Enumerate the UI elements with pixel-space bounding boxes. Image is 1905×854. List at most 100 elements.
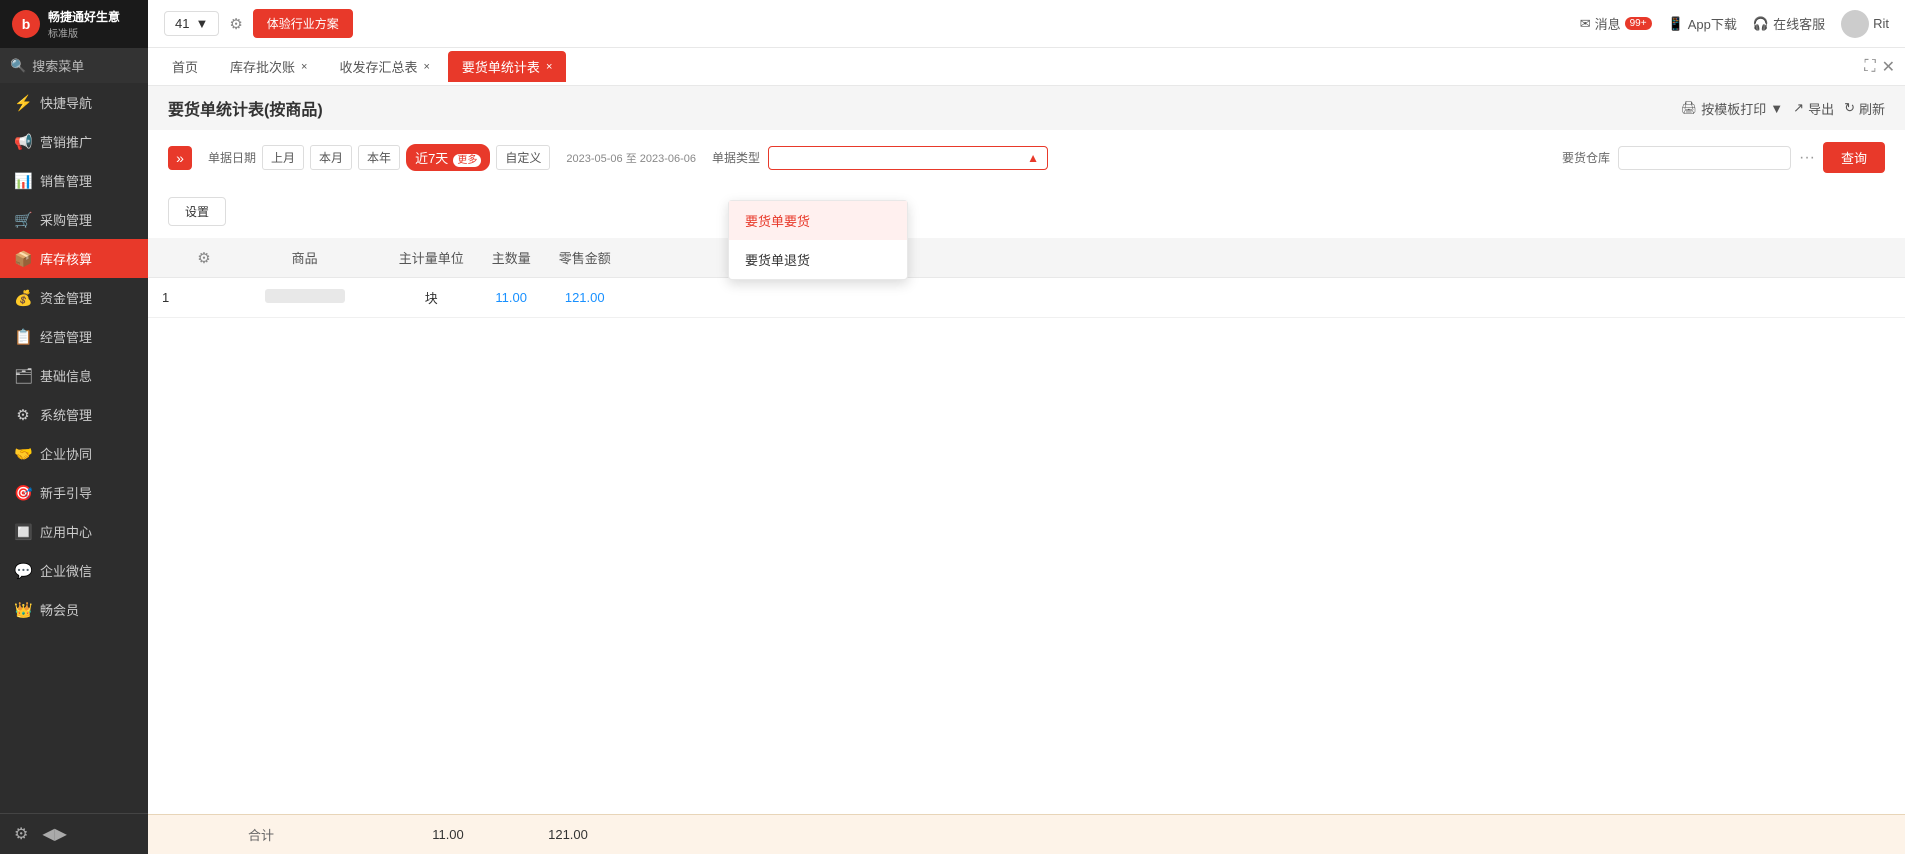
purchase-icon: 🛒	[14, 211, 32, 229]
table-row: 1 块 11.00 121.00	[148, 278, 1905, 318]
type-dropdown-menu: 要货单要货 要货单退货	[728, 200, 908, 280]
print-btn[interactable]: 🖨 按模板打印 ▼	[1681, 99, 1783, 118]
topbar: 41 ▼ ⚙ 体验行业方案 ✉ 消息 99+ 📱 App下载 🎧 在线客服 R	[148, 0, 1905, 48]
sidebar-item-inventory[interactable]: 📦 库存核算	[0, 239, 148, 278]
sidebar-item-system[interactable]: ⚙ 系统管理	[0, 395, 148, 434]
store-selector[interactable]: 41 ▼	[164, 11, 219, 36]
topbar-left: 41 ▼ ⚙ 体验行业方案	[164, 9, 1568, 38]
type-filter-group: 单据类型 ▲	[712, 146, 1048, 170]
dropdown-item-order-goods[interactable]: 要货单要货	[729, 201, 907, 240]
tab-home[interactable]: 首页	[158, 51, 212, 82]
sidebar-item-sales[interactable]: 📊 销售管理	[0, 161, 148, 200]
messages-btn[interactable]: ✉ 消息 99+	[1580, 14, 1652, 33]
col-unit: 主计量单位	[385, 238, 478, 278]
logo-text: 畅捷通好生意 标准版	[48, 8, 120, 40]
industry-btn[interactable]: 体验行业方案	[253, 9, 353, 38]
col-settings[interactable]: ⚙	[183, 238, 224, 278]
col-amount: 零售金额	[545, 238, 625, 278]
sidebar-search[interactable]: 🔍 搜索菜单	[0, 48, 148, 83]
col-rownum	[148, 238, 183, 278]
type-filter-label: 单据类型	[712, 149, 760, 166]
base-icon: 🗂	[14, 367, 32, 385]
query-btn[interactable]: 查询	[1823, 142, 1885, 173]
set-btn[interactable]: 设置	[168, 197, 226, 226]
finance-icon: 💰	[14, 289, 32, 307]
sidebar-item-purchase[interactable]: 🛒 采购管理	[0, 200, 148, 239]
table-header-row: ⚙ 商品 主计量单位 主数量 零售金额	[148, 238, 1905, 278]
messages-icon: ✉	[1580, 16, 1591, 32]
table-body: 1 块 11.00 121.00	[148, 278, 1905, 318]
avatar	[1841, 10, 1869, 38]
filter-expand-btn[interactable]: »	[168, 146, 192, 170]
export-btn[interactable]: ↗ 导出	[1793, 99, 1834, 118]
apps-icon: 🔲	[14, 523, 32, 541]
more-filter-btn[interactable]: ···	[1799, 149, 1815, 167]
date-btn-current[interactable]: 本月	[310, 145, 352, 170]
sales-icon: 📊	[14, 172, 32, 190]
type-filter-input-wrapper: ▲	[768, 146, 1048, 170]
quick-nav-icon: ⚡	[14, 94, 32, 112]
sidebar-item-base[interactable]: 🗂 基础信息	[0, 356, 148, 395]
guide-icon: 🎯	[14, 484, 32, 502]
settings-footer-icon[interactable]: ⚙	[14, 824, 28, 844]
tab-maximize-btn[interactable]: ⛶	[1864, 57, 1875, 77]
sidebar-item-marketing[interactable]: 📢 营销推广	[0, 122, 148, 161]
service-icon: 🎧	[1753, 16, 1769, 32]
sidebar-item-apps[interactable]: 🔲 应用中心	[0, 512, 148, 551]
phone-icon: 📱	[1668, 16, 1684, 32]
user-menu[interactable]: Rit	[1841, 10, 1889, 38]
store-name: 41	[175, 16, 189, 31]
type-dropdown-toggle[interactable]: ▲	[1027, 151, 1039, 165]
filter-bar: » 单据日期 上月 本月 本年 近7天 更多 自定义 2023-05-06 至 …	[148, 130, 1905, 238]
tab-order-summary[interactable]: 要货单统计表 ×	[448, 51, 566, 82]
sidebar-item-guide[interactable]: 🎯 新手引导	[0, 473, 148, 512]
sidebar-item-quick-nav[interactable]: ⚡ 快捷导航	[0, 83, 148, 122]
member-icon: 👑	[14, 601, 32, 619]
date-btn-upper[interactable]: 上月	[262, 145, 304, 170]
warehouse-filter-group: 要货仓库 ··· 查询	[1562, 142, 1885, 173]
cooperation-icon: 🤝	[14, 445, 32, 463]
sidebar-item-cooperation[interactable]: 🤝 企业协同	[0, 434, 148, 473]
app-download-btn[interactable]: 📱 App下载	[1668, 14, 1737, 33]
type-filter-input[interactable]	[777, 151, 1027, 165]
system-icon: ⚙	[14, 406, 32, 424]
sidebar-item-finance[interactable]: 💰 资金管理	[0, 278, 148, 317]
collapse-sidebar-icon[interactable]: ◀▶	[42, 824, 67, 844]
column-settings-icon[interactable]: ⚙	[197, 250, 210, 267]
export-icon: ↗	[1793, 100, 1804, 116]
data-table: ⚙ 商品 主计量单位 主数量 零售金额	[148, 238, 1905, 318]
tab-close-order-summary[interactable]: ×	[546, 61, 552, 73]
cell-quantity: 11.00	[478, 278, 545, 318]
inventory-icon: 📦	[14, 250, 32, 268]
tabs-bar: 首页 库存批次账 × 收发存汇总表 × 要货单统计表 × ⛶ ✕	[148, 48, 1905, 86]
online-service-btn[interactable]: 🎧 在线客服	[1753, 14, 1825, 33]
warehouse-label: 要货仓库	[1562, 149, 1610, 166]
sidebar: b 畅捷通好生意 标准版 🔍 搜索菜单 ⚡ 快捷导航 📢 营销推广 📊 销售管理…	[0, 0, 148, 854]
sidebar-item-operations[interactable]: 📋 经营管理	[0, 317, 148, 356]
page-actions: 🖨 按模板打印 ▼ ↗ 导出 ↻ 刷新	[1681, 99, 1885, 118]
logo-icon: b	[12, 10, 40, 38]
tab-inventory-batch[interactable]: 库存批次账 ×	[216, 51, 321, 82]
date-btn-custom[interactable]: 自定义	[496, 145, 550, 170]
date-btn-year[interactable]: 本年	[358, 145, 400, 170]
tabs-controls: ⛶ ✕	[1864, 57, 1895, 77]
warehouse-input[interactable]	[1618, 146, 1791, 170]
sidebar-nav: ⚡ 快捷导航 📢 营销推广 📊 销售管理 🛒 采购管理 📦 库存核算 💰 资金管…	[0, 83, 148, 813]
tab-close-all-btn[interactable]: ✕	[1882, 57, 1895, 77]
sidebar-item-member[interactable]: 👑 畅会员	[0, 590, 148, 629]
page-header: 要货单统计表(按商品) 🖨 按模板打印 ▼ ↗ 导出 ↻ 刷新	[148, 86, 1905, 130]
cell-rownum: 1	[148, 278, 183, 318]
chevron-down-icon: ▼	[1770, 101, 1783, 116]
cell-unit: 块	[385, 278, 478, 318]
marketing-icon: 📢	[14, 133, 32, 151]
tab-close-recv-summary[interactable]: ×	[423, 61, 429, 73]
sidebar-item-wechat[interactable]: 💬 企业微信	[0, 551, 148, 590]
settings-topbar-icon[interactable]: ⚙	[229, 15, 242, 33]
date-btn-7days[interactable]: 近7天 更多	[406, 144, 490, 171]
dropdown-item-order-return[interactable]: 要货单退货	[729, 240, 907, 279]
tab-recv-summary[interactable]: 收发存汇总表 ×	[325, 51, 443, 82]
refresh-btn[interactable]: ↻ 刷新	[1844, 99, 1885, 118]
tab-close-inventory-batch[interactable]: ×	[301, 61, 307, 73]
date-range-display: 2023-05-06 至 2023-06-06	[566, 150, 696, 166]
sidebar-footer: ⚙ ◀▶	[0, 813, 148, 854]
